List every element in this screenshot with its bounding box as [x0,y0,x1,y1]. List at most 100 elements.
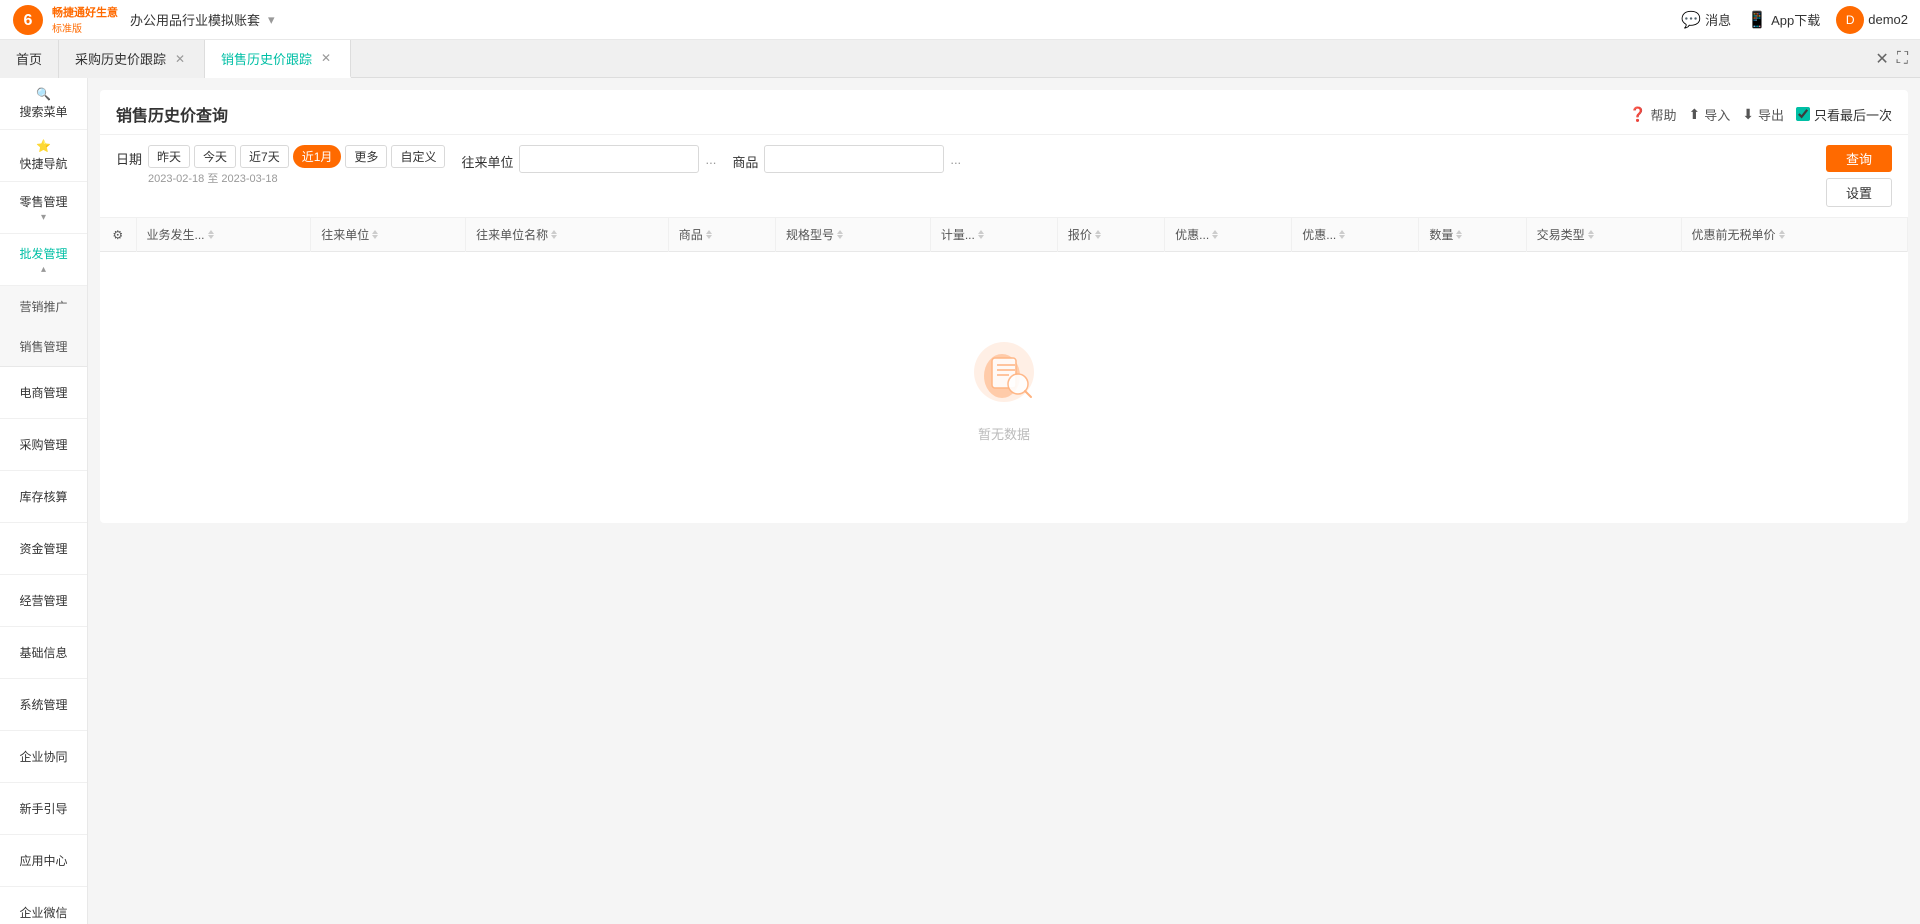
sidebar-item-basic-info[interactable]: 基础信息 [0,627,87,679]
last1month-btn[interactable]: 近1月 [293,145,342,168]
import-icon: ⬆ [1688,106,1700,123]
date-filter-label: 日期 [116,149,142,168]
sidebar-item-sales-mgmt[interactable]: 销售管理 [0,326,87,366]
sort-discount2-icon [1339,230,1345,239]
column-trade-type[interactable]: 交易类型 [1526,218,1681,252]
trading-partner-filter: 往来单位 ... [461,145,716,173]
filter-actions: 查询 设置 [1826,145,1892,207]
product-dots[interactable]: ... [950,152,961,167]
date-buttons: 昨天 今天 近7天 近1月 更多 自定义 [148,145,445,168]
yesterday-btn[interactable]: 昨天 [148,145,190,168]
dropdown-arrow-icon[interactable]: ▾ [268,12,275,28]
data-table: ⚙ 业务发生... 往来单位 [100,218,1908,252]
avatar: D [1836,6,1864,34]
sidebar-search-icon: 🔍 [36,87,51,101]
sort-unit-icon [978,230,984,239]
sort-discount1-icon [1212,230,1218,239]
table-wrapper: ⚙ 业务发生... 往来单位 [100,218,1908,523]
sidebar-item-retail[interactable]: 零售管理 ▾ [0,182,87,234]
column-quoted-price[interactable]: 报价 [1057,218,1164,252]
help-icon: ❓ [1629,106,1646,123]
sidebar-item-shortcut[interactable]: ⭐ 快捷导航 [0,130,87,182]
app-download-button[interactable]: 📱 App下载 [1747,10,1820,30]
column-partner-code[interactable]: 往来单位 [311,218,466,252]
product-label: 商品 [732,152,758,171]
more-btn[interactable]: 更多 [345,145,387,168]
logo-icon: 6 [12,4,44,36]
sidebar-item-finance[interactable]: 资金管理 [0,523,87,575]
column-discount2[interactable]: 优惠... [1292,218,1419,252]
import-button[interactable]: ⬆ 导入 [1688,105,1730,124]
main-layout: 🔍 搜索菜单 ⭐ 快捷导航 零售管理 ▾ 批发管理 ▴ 营销推广 销售管理 电商… [0,78,1920,924]
tab-sales-close-icon[interactable]: ✕ [318,50,334,66]
sidebar-item-wholesale[interactable]: 批发管理 ▴ [0,234,87,286]
empty-text: 暂无数据 [978,424,1030,443]
sidebar-item-enterprise[interactable]: 企业协同 [0,731,87,783]
sort-quoted-price-icon [1095,230,1101,239]
trading-partner-dots[interactable]: ... [705,152,716,167]
tab-home[interactable]: 首页 [0,40,59,78]
last7days-btn[interactable]: 近7天 [240,145,289,168]
tab-bar-right: ✕ ⛶ [1875,49,1920,69]
custom-btn[interactable]: 自定义 [391,145,445,168]
header-center: 办公用品行业模拟账套 ▾ [118,10,1681,29]
logo-area: 6 畅捷通好生意 标准版 [12,4,118,36]
page-title: 销售历史价查询 [116,102,228,126]
sidebar-item-guide[interactable]: 新手引导 [0,783,87,835]
trading-partner-input[interactable] [519,145,699,173]
date-range-display: 2023-02-18 至 2023-03-18 [148,170,445,186]
today-btn[interactable]: 今天 [194,145,236,168]
page-header-actions: ❓ 帮助 ⬆ 导入 ⬇ 导出 只看最后一次 [1629,105,1892,124]
product-input[interactable] [764,145,944,173]
empty-state: 暂无数据 [100,252,1908,523]
column-unit[interactable]: 计量... [930,218,1057,252]
sidebar-item-system[interactable]: 系统管理 [0,679,87,731]
help-button[interactable]: ❓ 帮助 [1629,105,1676,124]
column-partner-name[interactable]: 往来单位名称 [466,218,669,252]
date-options: 昨天 今天 近7天 近1月 更多 自定义 2023-02-18 至 2023-0… [148,145,445,186]
content-area: 销售历史价查询 ❓ 帮助 ⬆ 导入 ⬇ 导出 [88,78,1920,924]
sort-quantity-icon [1456,230,1462,239]
column-quantity[interactable]: 数量 [1419,218,1526,252]
column-gear[interactable]: ⚙ [100,218,136,252]
maximize-icon[interactable]: ⛶ [1897,50,1908,68]
last-record-checkbox-wrapper: 只看最后一次 [1796,105,1892,124]
sidebar-item-purchase[interactable]: 采购管理 [0,419,87,471]
last-record-checkbox[interactable] [1796,107,1810,121]
close-window-icon[interactable]: ✕ [1875,49,1888,69]
top-header: 6 畅捷通好生意 标准版 办公用品行业模拟账套 ▾ 💬 消息 📱 App下载 D… [0,0,1920,40]
column-discount1[interactable]: 优惠... [1165,218,1292,252]
empty-state-icon [964,332,1044,412]
column-business-date[interactable]: 业务发生... [136,218,311,252]
header-right: 💬 消息 📱 App下载 D demo2 [1681,6,1908,34]
sidebar-item-operations[interactable]: 经营管理 [0,575,87,627]
sort-business-date-icon [208,230,214,239]
sidebar-item-inventory[interactable]: 库存核算 [0,471,87,523]
sidebar-section-wholesale: 营销推广 销售管理 [0,286,87,367]
tab-sales-history[interactable]: 销售历史价跟踪 ✕ [205,40,351,78]
sort-product-icon [706,230,712,239]
export-button[interactable]: ⬇ 导出 [1742,105,1784,124]
filter-bar: 日期 昨天 今天 近7天 近1月 更多 自定义 2023-02-18 至 202… [100,135,1908,218]
page-card: 销售历史价查询 ❓ 帮助 ⬆ 导入 ⬇ 导出 [100,90,1908,523]
tab-purchase-history[interactable]: 采购历史价跟踪 ✕ [59,40,205,78]
trading-partner-label: 往来单位 [461,152,513,171]
query-button[interactable]: 查询 [1826,145,1892,172]
download-icon: 📱 [1747,10,1767,30]
message-button[interactable]: 💬 消息 [1681,10,1731,30]
sidebar-item-search[interactable]: 🔍 搜索菜单 [0,78,87,130]
settings-button[interactable]: 设置 [1826,178,1892,207]
column-product[interactable]: 商品 [668,218,775,252]
svg-text:6: 6 [24,12,33,29]
sidebar-item-app-center[interactable]: 应用中心 [0,835,87,887]
sidebar-item-ecommerce[interactable]: 电商管理 [0,367,87,419]
wholesale-arrow-icon: ▴ [41,264,46,275]
user-menu[interactable]: D demo2 [1836,6,1908,34]
tab-purchase-close-icon[interactable]: ✕ [172,51,188,67]
column-spec[interactable]: 规格型号 [775,218,930,252]
column-pre-tax-price[interactable]: 优惠前无税单价 [1681,218,1908,252]
sidebar-item-marketing[interactable]: 营销推广 [0,286,87,326]
sort-partner-code-icon [372,230,378,239]
app-name: 办公用品行业模拟账套 [130,10,260,29]
sidebar-item-wechat[interactable]: 企业微信 [0,887,87,924]
